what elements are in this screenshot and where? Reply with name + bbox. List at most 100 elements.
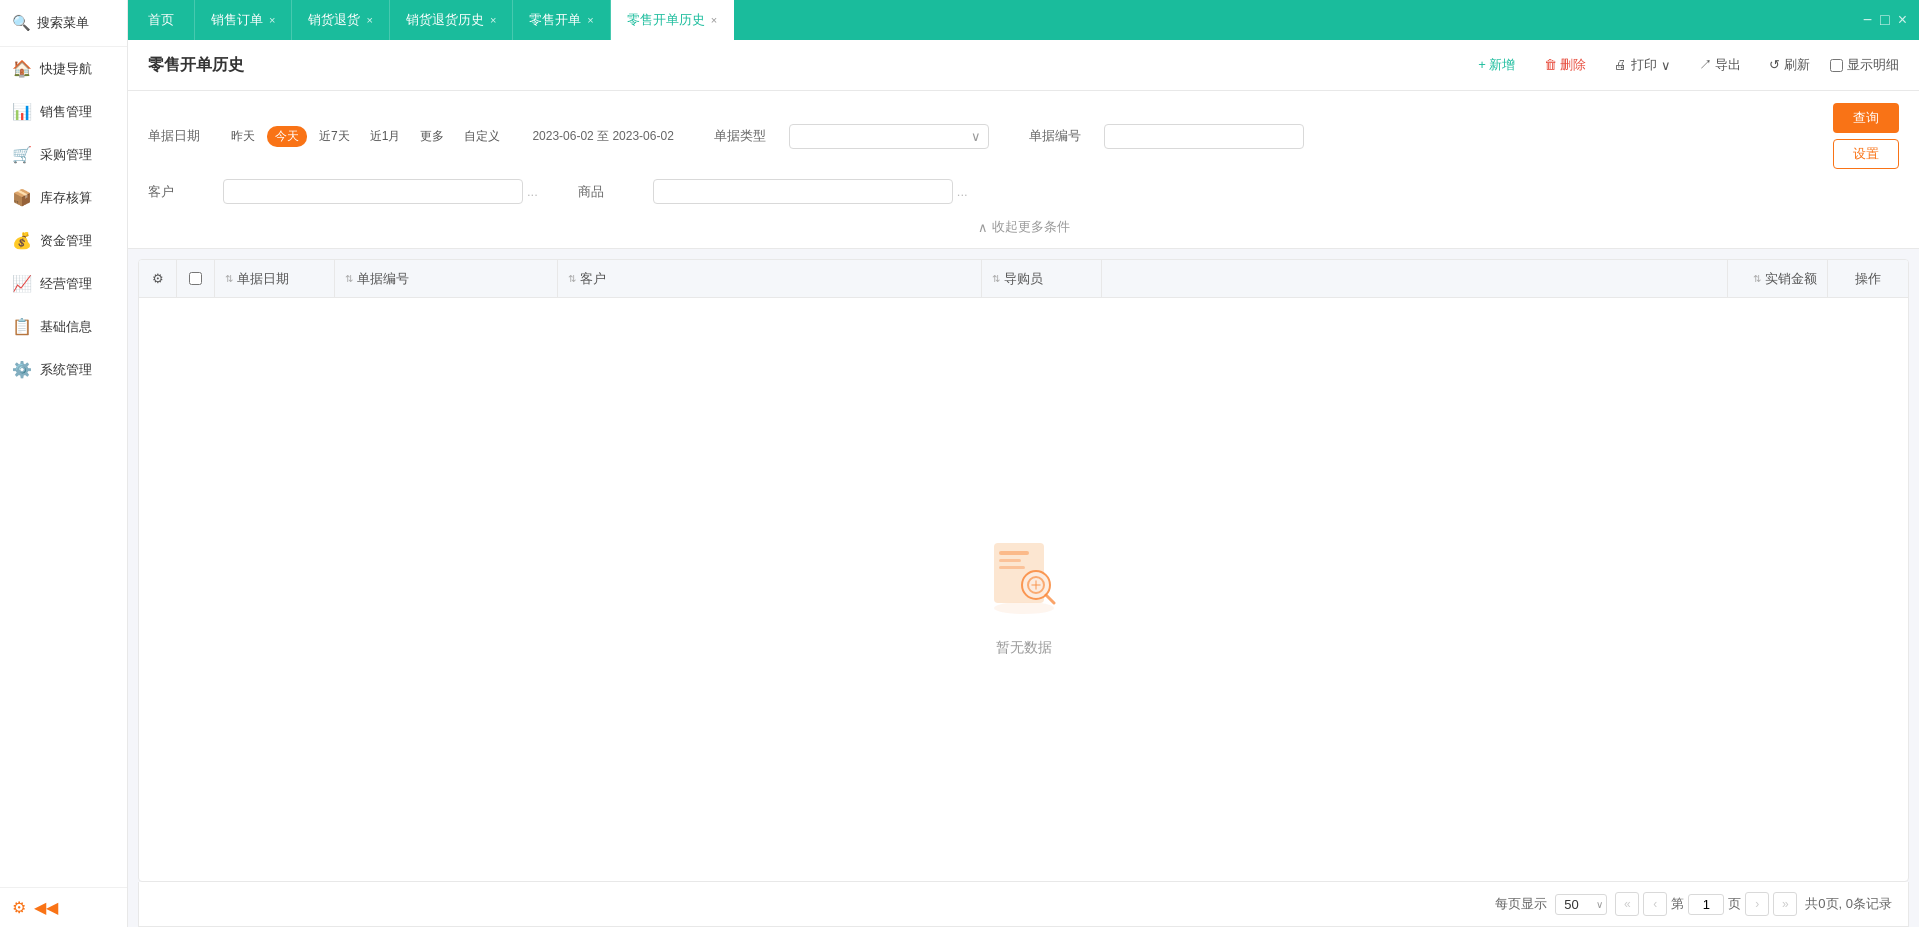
display-detail-label: 显示明细 <box>1847 56 1899 74</box>
chart-icon: 📊 <box>12 102 32 121</box>
collapse-label: 收起更多条件 <box>992 218 1070 236</box>
last-month-btn[interactable]: 近1月 <box>362 126 409 147</box>
th-settings[interactable]: ⚙ <box>139 260 177 297</box>
print-button[interactable]: 🖨 打印 ∨ <box>1606 52 1679 78</box>
custom-btn[interactable]: 自定义 <box>456 126 508 147</box>
sidebar-search-label: 搜索菜单 <box>37 14 89 32</box>
data-table: ⚙ ⇅ 单据日期 ⇅ 单据编号 ⇅ 客户 ⇅ <box>138 259 1909 882</box>
page-input[interactable] <box>1688 894 1724 915</box>
add-button[interactable]: + 新增 <box>1470 52 1523 78</box>
sidebar-item-base-info[interactable]: 📋 基础信息 <box>0 305 127 348</box>
tab-home-label: 首页 <box>148 11 174 29</box>
money-icon: 💰 <box>12 231 32 250</box>
sidebar-item-sales-mgmt[interactable]: 📊 销售管理 <box>0 90 127 133</box>
trend-icon: 📈 <box>12 274 32 293</box>
minimize-icon[interactable]: − <box>1863 11 1872 29</box>
tab-retail-open-close[interactable]: × <box>587 14 593 26</box>
tab-retail-history-close[interactable]: × <box>711 14 717 26</box>
display-detail-checkbox[interactable] <box>1830 59 1843 72</box>
more-btn[interactable]: 更多 <box>412 126 452 147</box>
date-filter-label: 单据日期 <box>148 127 203 145</box>
refresh-button[interactable]: ↺ 刷新 <box>1761 52 1818 78</box>
action-buttons: 查询 设置 <box>1833 103 1899 169</box>
main-content: 首页 销售订单 × 销货退货 × 销货退货历史 × 零售开单 × 零售开单历史 … <box>128 0 1919 927</box>
tab-sales-return-history-close[interactable]: × <box>490 14 496 26</box>
customer-select-icon[interactable]: ... <box>527 184 538 199</box>
delete-button[interactable]: 🗑 删除 <box>1536 52 1595 78</box>
customer-input-wrap: ... <box>223 179 538 204</box>
th-customer: ⇅ 客户 <box>558 260 982 297</box>
select-all-checkbox[interactable] <box>189 272 202 285</box>
today-btn[interactable]: 今天 <box>267 126 307 147</box>
th-checkbox[interactable] <box>177 260 215 297</box>
page-size-wrap: 50 10 20 100 ∨ <box>1555 894 1607 915</box>
sort-icon[interactable]: ⇅ <box>345 273 353 284</box>
tab-sales-return[interactable]: 销货退货 × <box>292 0 389 40</box>
maximize-icon[interactable]: □ <box>1880 11 1890 29</box>
close-window-icon[interactable]: × <box>1898 11 1907 29</box>
collapse-up-icon: ∧ <box>978 220 988 235</box>
settings-icon[interactable]: ⚙ <box>12 898 26 917</box>
yesterday-btn[interactable]: 昨天 <box>223 126 263 147</box>
page-word: 第 <box>1671 895 1684 913</box>
last-page-btn[interactable]: » <box>1773 892 1797 916</box>
setting-button[interactable]: 设置 <box>1833 139 1899 169</box>
sort-icon[interactable]: ⇅ <box>1753 273 1761 284</box>
tab-retail-open[interactable]: 零售开单 × <box>513 0 610 40</box>
th-spacer <box>1102 260 1728 297</box>
table-header: ⚙ ⇅ 单据日期 ⇅ 单据编号 ⇅ 客户 ⇅ <box>139 260 1908 298</box>
doc-type-select-wrap: ∨ <box>789 124 989 149</box>
search-icon: 🔍 <box>12 14 31 32</box>
sidebar-item-inventory[interactable]: 📦 库存核算 <box>0 176 127 219</box>
sidebar-search[interactable]: 🔍 搜索菜单 <box>0 0 127 47</box>
th-customer-label: 客户 <box>580 270 606 288</box>
page-nav: « ‹ 第 页 › » <box>1615 892 1797 916</box>
sidebar-item-finance[interactable]: 💰 资金管理 <box>0 219 127 262</box>
first-page-btn[interactable]: « <box>1615 892 1639 916</box>
sort-icon[interactable]: ⇅ <box>568 273 576 284</box>
export-button[interactable]: ↗ 导出 <box>1691 52 1750 78</box>
tab-sales-return-history[interactable]: 销货退货历史 × <box>390 0 513 40</box>
sidebar-item-quick-nav[interactable]: 🏠 快捷导航 <box>0 47 127 90</box>
display-detail-checkbox-label[interactable]: 显示明细 <box>1830 56 1899 74</box>
sidebar-item-label: 基础信息 <box>40 318 92 336</box>
svg-rect-2 <box>999 551 1029 555</box>
sidebar-item-operations[interactable]: 📈 经营管理 <box>0 262 127 305</box>
sidebar-item-purchase-mgmt[interactable]: 🛒 采购管理 <box>0 133 127 176</box>
tab-sales-return-label: 销货退货 <box>308 11 360 29</box>
next-page-btn[interactable]: › <box>1745 892 1769 916</box>
cart-icon: 🛒 <box>12 145 32 164</box>
home-icon: 🏠 <box>12 59 32 78</box>
last7-btn[interactable]: 近7天 <box>311 126 358 147</box>
page-header: 零售开单历史 + 新增 🗑 删除 🖨 打印 ∨ ↗ 导出 ↺ 刷新 <box>128 40 1919 91</box>
collapse-sidebar-icon[interactable]: ◀◀ <box>34 898 58 917</box>
th-op: 操作 <box>1828 260 1908 297</box>
collapse-button[interactable]: ∧ 收起更多条件 <box>978 218 1070 236</box>
filter-row-2: 客户 ... 商品 ... <box>148 179 1899 204</box>
th-guide: ⇅ 导购员 <box>982 260 1102 297</box>
customer-input[interactable] <box>223 179 523 204</box>
customer-filter-label: 客户 <box>148 183 203 201</box>
tab-home[interactable]: 首页 <box>128 0 195 40</box>
sidebar-item-sys-mgmt[interactable]: ⚙️ 系统管理 <box>0 348 127 391</box>
doc-num-input[interactable] <box>1104 124 1304 149</box>
tab-retail-open-label: 零售开单 <box>529 11 581 29</box>
tab-sales-return-close[interactable]: × <box>366 14 372 26</box>
svg-rect-3 <box>999 559 1021 562</box>
gear-icon: ⚙️ <box>12 360 32 379</box>
sidebar-item-label: 资金管理 <box>40 232 92 250</box>
per-page-label: 每页显示 <box>1495 895 1547 913</box>
query-button[interactable]: 查询 <box>1833 103 1899 133</box>
th-doc-num: ⇅ 单据编号 <box>335 260 558 297</box>
page-unit: 页 <box>1728 895 1741 913</box>
tab-retail-history[interactable]: 零售开单历史 × <box>611 0 734 40</box>
tab-sales-order-close[interactable]: × <box>269 14 275 26</box>
sort-icon[interactable]: ⇅ <box>225 273 233 284</box>
prev-page-btn[interactable]: ‹ <box>1643 892 1667 916</box>
tab-sales-order[interactable]: 销售订单 × <box>195 0 292 40</box>
sort-icon[interactable]: ⇅ <box>992 273 1000 284</box>
page-size-select[interactable]: 50 10 20 100 <box>1555 894 1607 915</box>
doc-type-select[interactable] <box>789 124 989 149</box>
goods-input[interactable] <box>653 179 953 204</box>
goods-select-icon[interactable]: ... <box>957 184 968 199</box>
